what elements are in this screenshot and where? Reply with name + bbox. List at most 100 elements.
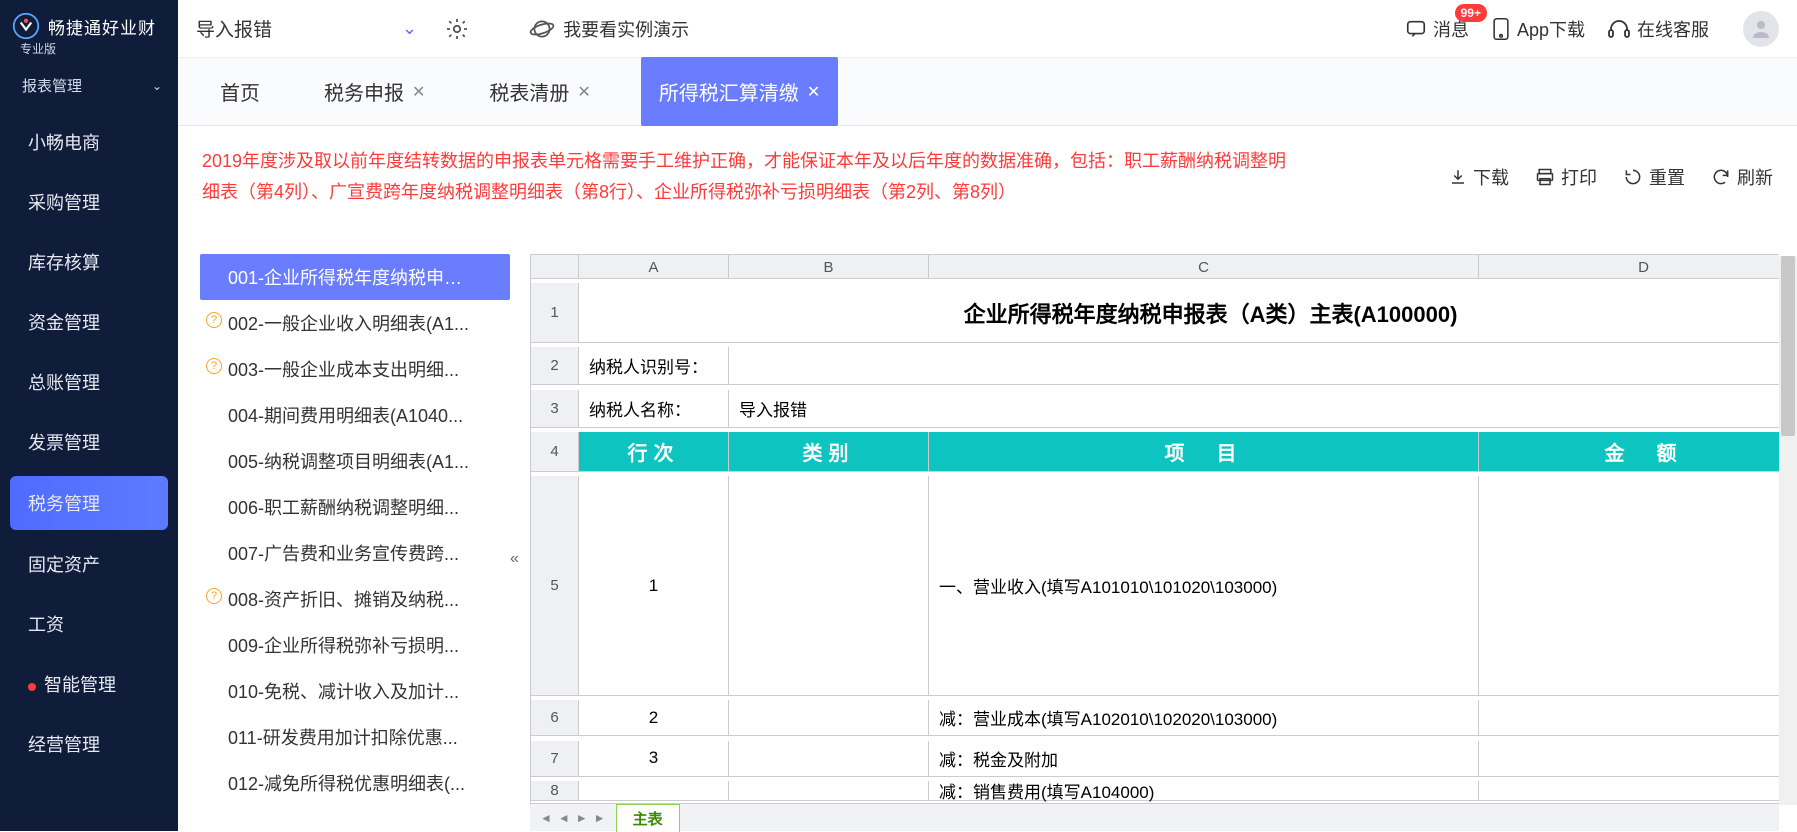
sheet-title: 企业所得税年度纳税申报表（A类）主表(A100000)	[579, 283, 1779, 343]
sidebar-item[interactable]: 小畅电商	[0, 112, 178, 172]
row-header: 7	[531, 741, 579, 777]
download-button[interactable]: 下载	[1449, 164, 1509, 190]
col-header[interactable]: D	[1479, 255, 1779, 279]
form-list-item[interactable]: 007-广告费和业务宣传费跨...	[200, 530, 510, 576]
sidebar-item[interactable]: 固定资产	[0, 534, 178, 594]
amount-cell[interactable]	[1479, 741, 1779, 777]
tab[interactable]: 税表清册✕	[475, 67, 604, 116]
notification-dot	[28, 683, 36, 691]
print-icon	[1535, 167, 1555, 187]
top-actions: 消息 99+ App下载 在线客服	[1405, 11, 1779, 47]
brand-name: 畅捷通好业财	[48, 14, 156, 39]
org-selector[interactable]: 导入报错 ⌄	[196, 15, 417, 42]
form-list-item[interactable]: ?003-一般企业成本支出明细...	[200, 346, 510, 392]
refresh-button[interactable]: 刷新	[1711, 164, 1773, 190]
form-list-item[interactable]: ?002-一般企业收入明细表(A1...	[200, 300, 510, 346]
table-header: 金 额	[1479, 432, 1779, 472]
close-icon[interactable]: ✕	[807, 82, 820, 102]
sidebar-item[interactable]: 资金管理	[0, 292, 178, 352]
help-icon: ?	[206, 358, 222, 374]
row-header: 2	[531, 347, 579, 385]
category-cell[interactable]	[729, 741, 929, 777]
sheet-nav[interactable]: ◄◄►►	[530, 811, 616, 825]
form-list-item[interactable]: 005-纳税调整项目明细表(A1...	[200, 438, 510, 484]
collapse-button[interactable]: «	[510, 550, 519, 568]
warning-text: 2019年度涉及取以前年度结转数据的申报表单元格需要手工维护正确，才能保证本年及…	[202, 146, 1302, 207]
item-cell: 减：税金及附加	[929, 741, 1479, 777]
tab[interactable]: 所得税汇算清缴✕	[641, 57, 838, 126]
app-download-button[interactable]: App下载	[1491, 16, 1585, 42]
col-header[interactable]: B	[729, 255, 929, 279]
vertical-scrollbar[interactable]	[1779, 256, 1797, 805]
refresh-icon	[1711, 167, 1731, 187]
badge: 99+	[1455, 4, 1487, 22]
spreadsheet: ABCD1企业所得税年度纳税申报表（A类）主表(A100000)2纳税人识别号：…	[530, 254, 1779, 805]
headset-icon	[1607, 17, 1631, 41]
form-list-item[interactable]: ?008-资产折旧、摊销及纳税...	[200, 576, 510, 622]
sidebar-item[interactable]: 采购管理	[0, 172, 178, 232]
planet-icon	[529, 16, 555, 42]
reset-icon	[1623, 167, 1643, 187]
avatar[interactable]	[1743, 11, 1779, 47]
tax-name-value[interactable]: 导入报错	[729, 390, 1779, 428]
form-list-item[interactable]: 011-研发费用加计扣除优惠...	[200, 714, 510, 760]
tax-id-value[interactable]	[729, 347, 1779, 385]
brand-sub: 专业版	[0, 40, 178, 57]
sheet-tab-bar: ◄◄►► 主表	[530, 803, 1779, 831]
item-cell: 减：销售费用(填写A104000)	[929, 781, 1479, 801]
topbar: 导入报错 ⌄ 我要看实例演示 消息 99+ App下载 在线客服	[178, 0, 1797, 58]
form-list-item[interactable]: 004-期间费用明细表(A1040...	[200, 392, 510, 438]
sidebar-item[interactable]: 智能管理	[0, 654, 178, 714]
close-icon[interactable]: ✕	[577, 82, 590, 102]
chevron-down-icon: ⌄	[152, 79, 162, 93]
table-header: 项 目	[929, 432, 1479, 472]
print-button[interactable]: 打印	[1535, 164, 1597, 190]
col-header[interactable]: A	[579, 255, 729, 279]
sidebar-item[interactable]: 发票管理	[0, 412, 178, 472]
row-header: 8	[531, 781, 579, 801]
form-list: 001-企业所得税年度纳税申…?002-一般企业收入明细表(A1...?003-…	[200, 254, 510, 831]
form-list-item[interactable]: 012-减免所得税优惠明细表(...	[200, 760, 510, 806]
row-header: 5	[531, 476, 579, 696]
corner-cell	[531, 255, 579, 279]
amount-cell[interactable]	[1479, 700, 1779, 736]
category-cell[interactable]	[729, 476, 929, 696]
tab[interactable]: 首页	[206, 67, 274, 116]
col-header[interactable]: C	[929, 255, 1479, 279]
help-icon: ?	[206, 588, 222, 604]
table-header: 行次	[579, 432, 729, 472]
org-name: 导入报错	[196, 15, 272, 42]
form-list-item[interactable]: 009-企业所得税弥补亏损明...	[200, 622, 510, 668]
table-header: 类别	[729, 432, 929, 472]
sidebar: 畅捷通好业财 专业版 报表管理 ⌄ 小畅电商采购管理库存核算资金管理总账管理发票…	[0, 0, 178, 831]
sidebar-head[interactable]: 报表管理 ⌄	[0, 65, 178, 106]
line-no: 2	[579, 700, 729, 736]
sidebar-item[interactable]: 库存核算	[0, 232, 178, 292]
sidebar-item[interactable]: 经营管理	[0, 714, 178, 774]
brand-logo-icon	[12, 12, 40, 40]
category-cell[interactable]	[729, 700, 929, 736]
sidebar-item[interactable]: 总账管理	[0, 352, 178, 412]
sidebar-menu: 小畅电商采购管理库存核算资金管理总账管理发票管理税务管理固定资产工资智能管理经营…	[0, 112, 178, 774]
close-icon[interactable]: ✕	[412, 82, 425, 102]
gear-icon[interactable]	[445, 17, 469, 41]
messages-button[interactable]: 消息 99+	[1405, 16, 1469, 42]
tax-name-label: 纳税人名称：	[579, 390, 729, 428]
tab[interactable]: 税务申报✕	[310, 67, 439, 116]
demo-link[interactable]: 我要看实例演示	[529, 16, 689, 42]
sheet-tab[interactable]: 主表	[616, 804, 680, 832]
sidebar-item[interactable]: 税务管理	[10, 476, 168, 530]
line-no: 3	[579, 741, 729, 777]
amount-cell[interactable]	[1479, 476, 1779, 696]
reset-button[interactable]: 重置	[1623, 164, 1685, 190]
form-list-item[interactable]: 006-职工薪酬纳税调整明细...	[200, 484, 510, 530]
line-no: 1	[579, 476, 729, 696]
form-list-item[interactable]: 001-企业所得税年度纳税申…	[200, 254, 510, 300]
help-icon: ?	[206, 312, 222, 328]
sidebar-item[interactable]: 工资	[0, 594, 178, 654]
item-cell: 减：营业成本(填写A102010\102020\103000)	[929, 700, 1479, 736]
row-header: 6	[531, 700, 579, 736]
form-list-item[interactable]: 010-免税、减计收入及加计...	[200, 668, 510, 714]
user-icon	[1749, 17, 1773, 41]
customer-service-button[interactable]: 在线客服	[1607, 16, 1709, 42]
